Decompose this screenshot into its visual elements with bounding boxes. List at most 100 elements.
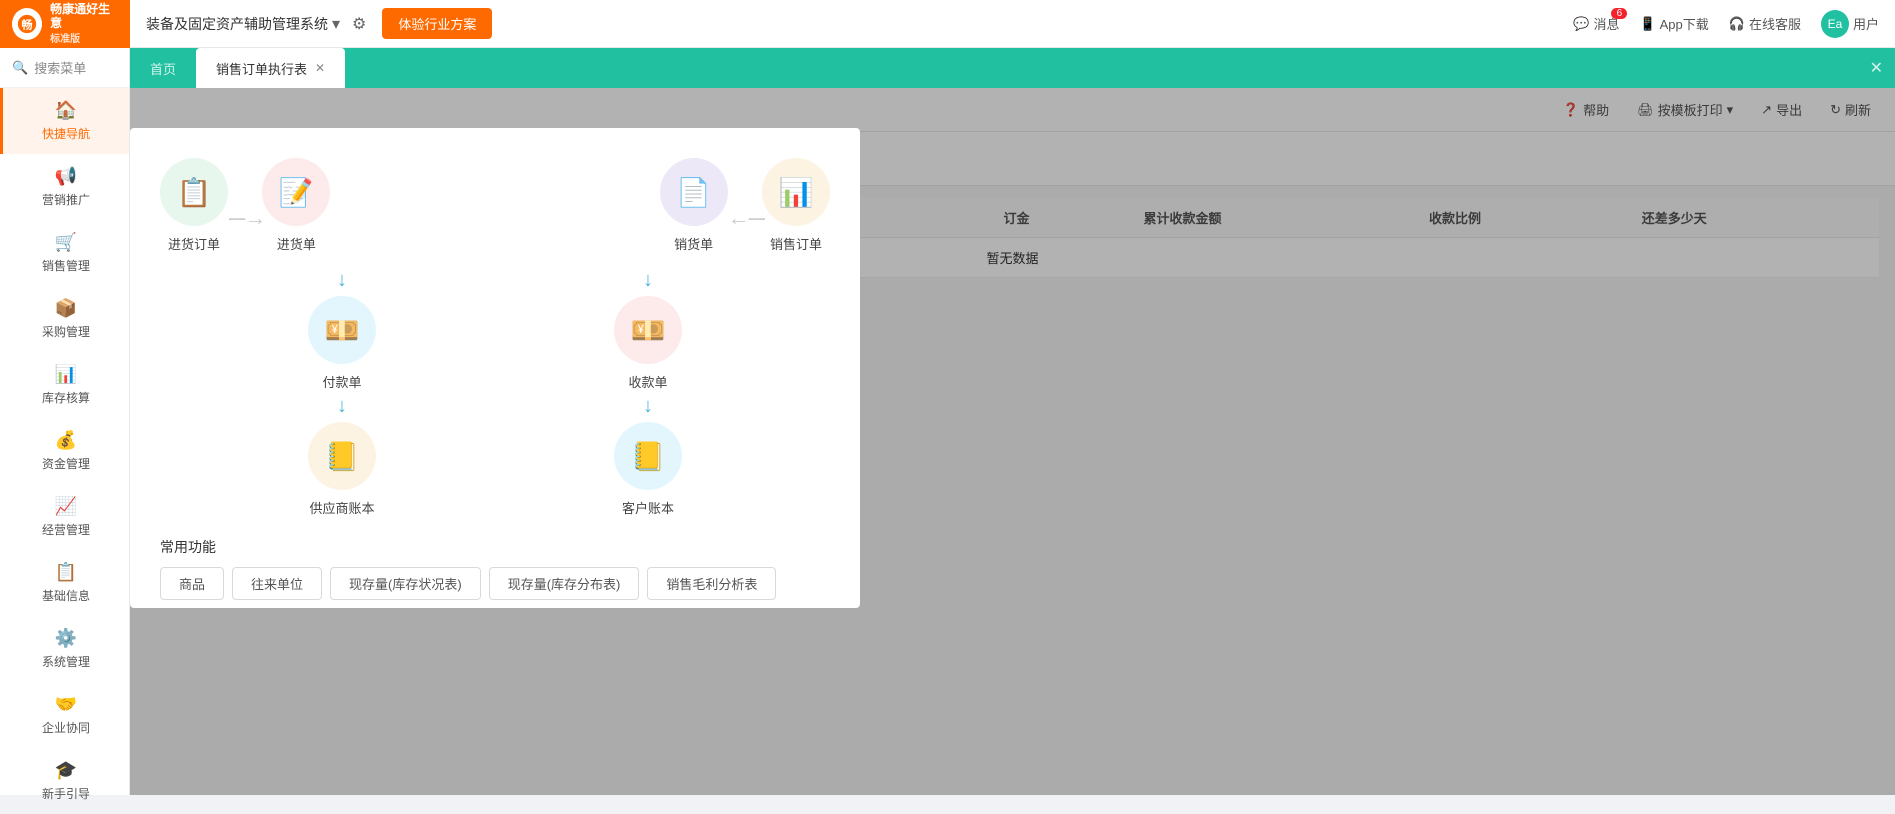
main-area: 首页 销售订单执行表 ✕ ✕ ❓ 帮助 🖨 按模板打印 ▾ ↗ 导出 (130, 48, 1895, 795)
arrow-down-receipt: ↓ (614, 269, 682, 292)
sales-icon: 🛒 (55, 232, 77, 253)
flow-node-supplier-ledger[interactable]: 📒 供应商账本 (308, 422, 376, 517)
arrow-h1: - - - → (228, 183, 262, 253)
flow-node-sales-bill[interactable]: 📄 销货单 (660, 158, 728, 253)
func-btn-stock-dist[interactable]: 现存量(库存分布表) (489, 567, 640, 600)
flow-node-purchase-bill[interactable]: 📝 进货单 (262, 158, 330, 253)
tab-sales-order-exec[interactable]: 销售订单执行表 ✕ (196, 48, 345, 88)
online-service-btn[interactable]: 🎧 在线客服 (1729, 14, 1801, 33)
sidebar-item-marketing[interactable]: 📢 营销推广 (0, 154, 129, 220)
func-btn-stock-status[interactable]: 现存量(库存状况表) (330, 567, 481, 600)
sidebar-label-operation: 经营管理 (42, 521, 90, 538)
tab-close-icon[interactable]: ✕ (315, 61, 325, 75)
sidebar-label-newbie: 新手引导 (42, 785, 90, 802)
sidebar-item-finance[interactable]: 💰 资金管理 (0, 418, 129, 484)
header-right: 💬 消息 6 📱 App下载 🎧 在线客服 Ea 用户 (1573, 10, 1879, 38)
arrow-down-supplier: ↓ (308, 395, 376, 418)
newbie-icon: 🎓 (55, 760, 77, 781)
logo-text: 畅康通好生意 (50, 2, 118, 31)
receipt-bill-label: 收款单 (628, 372, 667, 391)
sidebar-label-quick-nav: 快捷导航 (42, 125, 90, 142)
logo-sub: 标准版 (50, 30, 118, 45)
arrow-down-payment: ↓ (308, 269, 376, 292)
user-area[interactable]: Ea 用户 (1821, 10, 1879, 38)
search-menu[interactable]: 🔍 搜索菜单 (0, 48, 129, 88)
sidebar-label-sales: 销售管理 (42, 257, 90, 274)
flow-node-payment-bill[interactable]: 💴 付款单 (308, 296, 376, 391)
sidebar-item-basic[interactable]: 📋 基础信息 (0, 550, 129, 616)
sidebar-label-system: 系统管理 (42, 653, 90, 670)
sidebar-item-operation[interactable]: 📈 经营管理 (0, 484, 129, 550)
app-download-label: App下载 (1660, 14, 1709, 33)
search-menu-label: 搜索菜单 (34, 58, 86, 77)
tab-bar-close-icon[interactable]: ✕ (1870, 58, 1883, 78)
sidebar-item-system[interactable]: ⚙️ 系统管理 (0, 616, 129, 682)
sidebar-label-enterprise: 企业协同 (42, 719, 90, 736)
arrow-down-customer: ↓ (614, 395, 682, 418)
flow-node-customer-ledger[interactable]: 📒 客户账本 (614, 422, 682, 517)
flow-node-purchase-order[interactable]: 📋 进货订单 (160, 158, 228, 253)
payment-bill-circle: 💴 (308, 296, 376, 364)
receipt-bill-circle: 💴 (614, 296, 682, 364)
home-icon: 🏠 (55, 100, 77, 121)
tab-bar: 首页 销售订单执行表 ✕ ✕ (130, 48, 1895, 88)
flow-node-receipt-bill[interactable]: 💴 收款单 (614, 296, 682, 391)
svg-text:畅: 畅 (22, 17, 33, 31)
sidebar-label-inventory: 库存核算 (42, 389, 90, 406)
popup: 📋 进货订单 - - - → 📝 进货单 (130, 128, 860, 608)
func-section: 常用功能 商品 往来单位 现存量(库存状况表) 现存量(库存分布表) 销售毛利分… (160, 537, 830, 608)
message-badge: 6 (1611, 8, 1627, 19)
system-title: 装备及固定资产辅助管理系统 (146, 14, 328, 34)
sidebar-item-sales[interactable]: 🛒 销售管理 (0, 220, 129, 286)
finance-icon: 💰 (55, 430, 77, 451)
customer-ledger-label: 客户账本 (622, 498, 674, 517)
tab-home-label: 首页 (150, 59, 176, 78)
sidebar-label-purchase: 采购管理 (42, 323, 90, 340)
purchase-order-label: 进货订单 (168, 234, 220, 253)
message-icon: 💬 (1573, 16, 1589, 32)
dropdown-icon[interactable]: ▾ (332, 14, 340, 34)
sidebar-item-quick-nav[interactable]: 🏠 快捷导航 (0, 88, 129, 154)
purchase-order-circle: 📋 (160, 158, 228, 226)
app-download-btn[interactable]: 📱 App下载 (1639, 14, 1708, 33)
sidebar-label-marketing: 营销推广 (42, 191, 90, 208)
sidebar-item-purchase[interactable]: 📦 采购管理 (0, 286, 129, 352)
logo-area: 畅 畅康通好生意 标准版 (0, 0, 130, 48)
online-service-label: 在线客服 (1749, 14, 1801, 33)
user-label: 用户 (1853, 14, 1879, 33)
sales-bill-label: 销货单 (674, 234, 713, 253)
payment-bill-label: 付款单 (322, 372, 361, 391)
flow-node-sales-order[interactable]: 📊 销售订单 (762, 158, 830, 253)
func-buttons: 商品 往来单位 现存量(库存状况表) 现存量(库存分布表) 销售毛利分析表 商品… (160, 567, 830, 608)
gear-icon[interactable]: ⚙ (352, 14, 366, 34)
message-btn[interactable]: 💬 消息 6 (1573, 14, 1619, 33)
tab-home[interactable]: 首页 (130, 48, 196, 88)
supplier-ledger-label: 供应商账本 (309, 498, 374, 517)
exp-btn[interactable]: 体验行业方案 (382, 8, 492, 39)
sidebar-label-basic: 基础信息 (42, 587, 90, 604)
basic-icon: 📋 (55, 562, 77, 583)
sidebar: 🔍 搜索菜单 🏠 快捷导航 📢 营销推广 🛒 销售管理 📦 采购管理 📊 库存核… (0, 48, 130, 795)
avatar: Ea (1821, 10, 1849, 38)
func-btn-product[interactable]: 商品 (160, 567, 224, 600)
content-area: ❓ 帮助 🖨 按模板打印 ▾ ↗ 导出 ↻ 刷新 📅 单据状态 全 (130, 88, 1895, 795)
supplier-ledger-circle: 📒 (308, 422, 376, 490)
sidebar-item-inventory[interactable]: 📊 库存核算 (0, 352, 129, 418)
sales-order-label: 销售订单 (770, 234, 822, 253)
popup-overlay[interactable]: 📋 进货订单 - - - → 📝 进货单 (130, 88, 1895, 795)
func-btn-partner[interactable]: 往来单位 (232, 567, 322, 600)
header: 畅 畅康通好生意 标准版 装备及固定资产辅助管理系统 ▾ ⚙ 体验行业方案 💬 … (0, 0, 1895, 48)
service-icon: 🎧 (1729, 16, 1745, 32)
logo-icon: 畅 (12, 8, 42, 40)
operation-icon: 📈 (55, 496, 77, 517)
tab-sales-order-exec-label: 销售订单执行表 (216, 59, 307, 78)
enterprise-icon: 🤝 (55, 694, 77, 715)
sidebar-item-enterprise[interactable]: 🤝 企业协同 (0, 682, 129, 748)
inventory-icon: 📊 (55, 364, 77, 385)
func-section-title: 常用功能 (160, 537, 830, 557)
sidebar-item-newbie[interactable]: 🎓 新手引导 (0, 748, 129, 814)
purchase-bill-label: 进货单 (277, 234, 316, 253)
purchase-icon: 📦 (55, 298, 77, 319)
func-btn-sales-profit[interactable]: 销售毛利分析表 (647, 567, 776, 600)
download-icon: 📱 (1639, 16, 1655, 32)
